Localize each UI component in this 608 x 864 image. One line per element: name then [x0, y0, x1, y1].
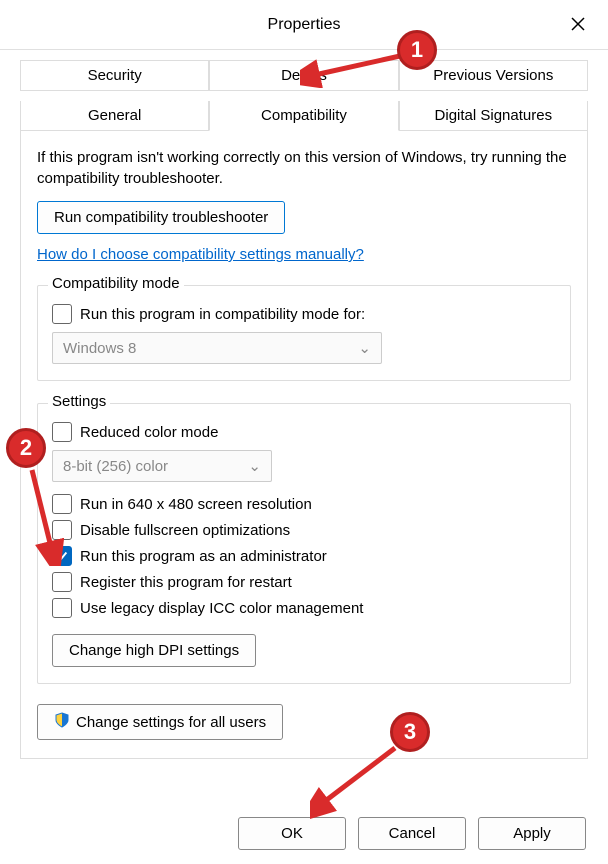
legacy-icc-label: Use legacy display ICC color management — [80, 600, 363, 617]
settings-group: Settings Reduced color mode 8-bit (256) … — [37, 403, 571, 684]
annotation-arrow-3 — [310, 740, 410, 820]
compat-mode-group: Compatibility mode Run this program in c… — [37, 285, 571, 381]
cancel-button[interactable]: Cancel — [358, 817, 466, 850]
compat-mode-combo[interactable]: Windows 8 ⌄ — [52, 332, 382, 364]
reduced-color-label: Reduced color mode — [80, 424, 218, 441]
tab-general[interactable]: General — [20, 101, 209, 131]
shield-icon — [54, 712, 70, 732]
run-troubleshooter-button[interactable]: Run compatibility troubleshooter — [37, 201, 285, 234]
help-link[interactable]: How do I choose compatibility settings m… — [37, 246, 364, 263]
ok-button[interactable]: OK — [238, 817, 346, 850]
color-combo-value: 8-bit (256) color — [63, 458, 168, 475]
titlebar: Properties — [0, 0, 608, 50]
tab-panel: If this program isn't working correctly … — [20, 131, 588, 759]
dpi-settings-button[interactable]: Change high DPI settings — [52, 634, 256, 667]
dialog-footer: OK Cancel Apply — [238, 817, 586, 850]
window-title: Properties — [268, 16, 341, 34]
close-button[interactable] — [566, 12, 590, 36]
settings-legend: Settings — [48, 393, 110, 410]
apply-button[interactable]: Apply — [478, 817, 586, 850]
compat-mode-combo-value: Windows 8 — [63, 340, 136, 357]
tab-compatibility[interactable]: Compatibility — [209, 101, 398, 131]
compat-mode-label: Run this program in compatibility mode f… — [80, 306, 365, 323]
register-restart-checkbox[interactable] — [52, 572, 72, 592]
reduced-color-checkbox[interactable] — [52, 422, 72, 442]
tabs-row2: General Compatibility Digital Signatures — [20, 101, 588, 131]
all-users-button[interactable]: Change settings for all users — [37, 704, 283, 740]
all-users-label: Change settings for all users — [76, 714, 266, 731]
run-admin-label: Run this program as an administrator — [80, 548, 327, 565]
annotation-arrow-1 — [300, 48, 410, 88]
tab-digital-signatures[interactable]: Digital Signatures — [399, 101, 588, 131]
compat-mode-legend: Compatibility mode — [48, 275, 184, 292]
chevron-down-icon: ⌄ — [248, 457, 261, 475]
compat-mode-checkbox[interactable] — [52, 304, 72, 324]
color-combo[interactable]: 8-bit (256) color ⌄ — [52, 450, 272, 482]
annotation-badge-3: 3 — [390, 712, 430, 752]
chevron-down-icon: ⌄ — [358, 339, 371, 357]
disable-fullscreen-label: Disable fullscreen optimizations — [80, 522, 290, 539]
annotation-badge-2: 2 — [6, 428, 46, 468]
tab-security[interactable]: Security — [20, 60, 209, 91]
annotation-badge-1: 1 — [397, 30, 437, 70]
annotation-arrow-2 — [24, 466, 64, 566]
register-restart-label: Register this program for restart — [80, 574, 292, 591]
lowres-label: Run in 640 x 480 screen resolution — [80, 496, 312, 513]
legacy-icc-checkbox[interactable] — [52, 598, 72, 618]
intro-text: If this program isn't working correctly … — [37, 147, 571, 189]
